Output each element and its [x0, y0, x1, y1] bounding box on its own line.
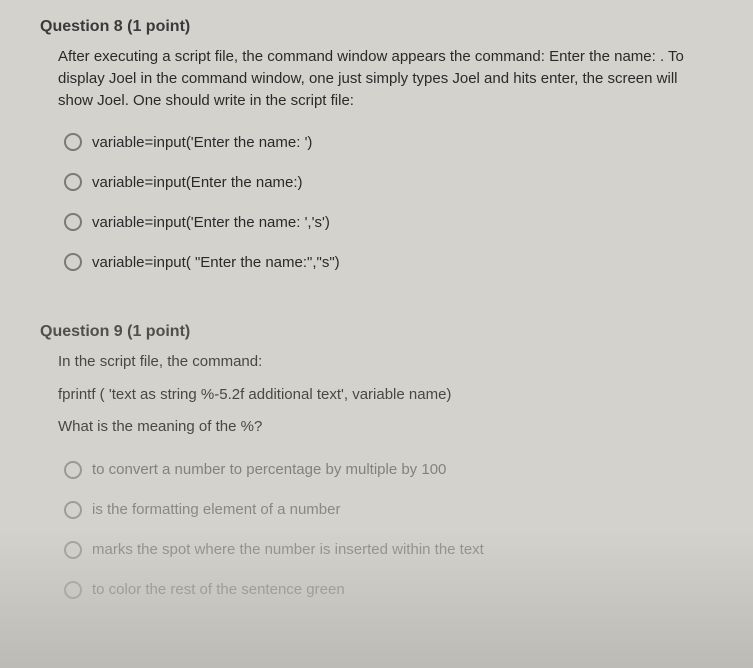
option-2[interactable]: variable=input(Enter the name:): [64, 173, 713, 191]
radio-icon: [64, 501, 82, 519]
option-label: to color the rest of the sentence green: [92, 581, 345, 598]
options-list: to convert a number to percentage by mul…: [64, 461, 713, 599]
option-4[interactable]: variable=input( "Enter the name:","s"): [64, 253, 713, 271]
option-label: variable=input( "Enter the name:","s"): [92, 254, 340, 271]
option-3[interactable]: marks the spot where the number is inser…: [64, 541, 713, 559]
question-prompt: After executing a script file, the comma…: [58, 46, 713, 111]
radio-icon: [64, 461, 82, 479]
prompt-line-3: What is the meaning of the %?: [58, 416, 713, 439]
radio-icon: [64, 253, 82, 271]
option-1[interactable]: to convert a number to percentage by mul…: [64, 461, 713, 479]
option-3[interactable]: variable=input('Enter the name: ','s'): [64, 213, 713, 231]
prompt-line-2: fprintf ( 'text as string %-5.2f additio…: [58, 384, 713, 407]
radio-icon: [64, 133, 82, 151]
prompt-line-1: In the script file, the command:: [58, 351, 713, 374]
question-header: Question 8 (1 point): [40, 18, 713, 36]
options-list: variable=input('Enter the name: ') varia…: [64, 133, 713, 271]
radio-icon: [64, 213, 82, 231]
option-label: variable=input('Enter the name: '): [92, 134, 312, 151]
option-label: marks the spot where the number is inser…: [92, 541, 484, 558]
quiz-page: Question 8 (1 point) After executing a s…: [0, 0, 753, 668]
option-label: variable=input('Enter the name: ','s'): [92, 214, 330, 231]
option-2[interactable]: is the formatting element of a number: [64, 501, 713, 519]
radio-icon: [64, 173, 82, 191]
option-label: is the formatting element of a number: [92, 501, 340, 518]
question-header: Question 9 (1 point): [40, 323, 713, 341]
option-4[interactable]: to color the rest of the sentence green: [64, 581, 713, 599]
radio-icon: [64, 581, 82, 599]
option-label: variable=input(Enter the name:): [92, 174, 303, 191]
radio-icon: [64, 541, 82, 559]
option-label: to convert a number to percentage by mul…: [92, 461, 446, 478]
option-1[interactable]: variable=input('Enter the name: '): [64, 133, 713, 151]
question-8: Question 8 (1 point) After executing a s…: [0, 18, 753, 323]
question-9: Question 9 (1 point) In the script file,…: [0, 323, 753, 651]
